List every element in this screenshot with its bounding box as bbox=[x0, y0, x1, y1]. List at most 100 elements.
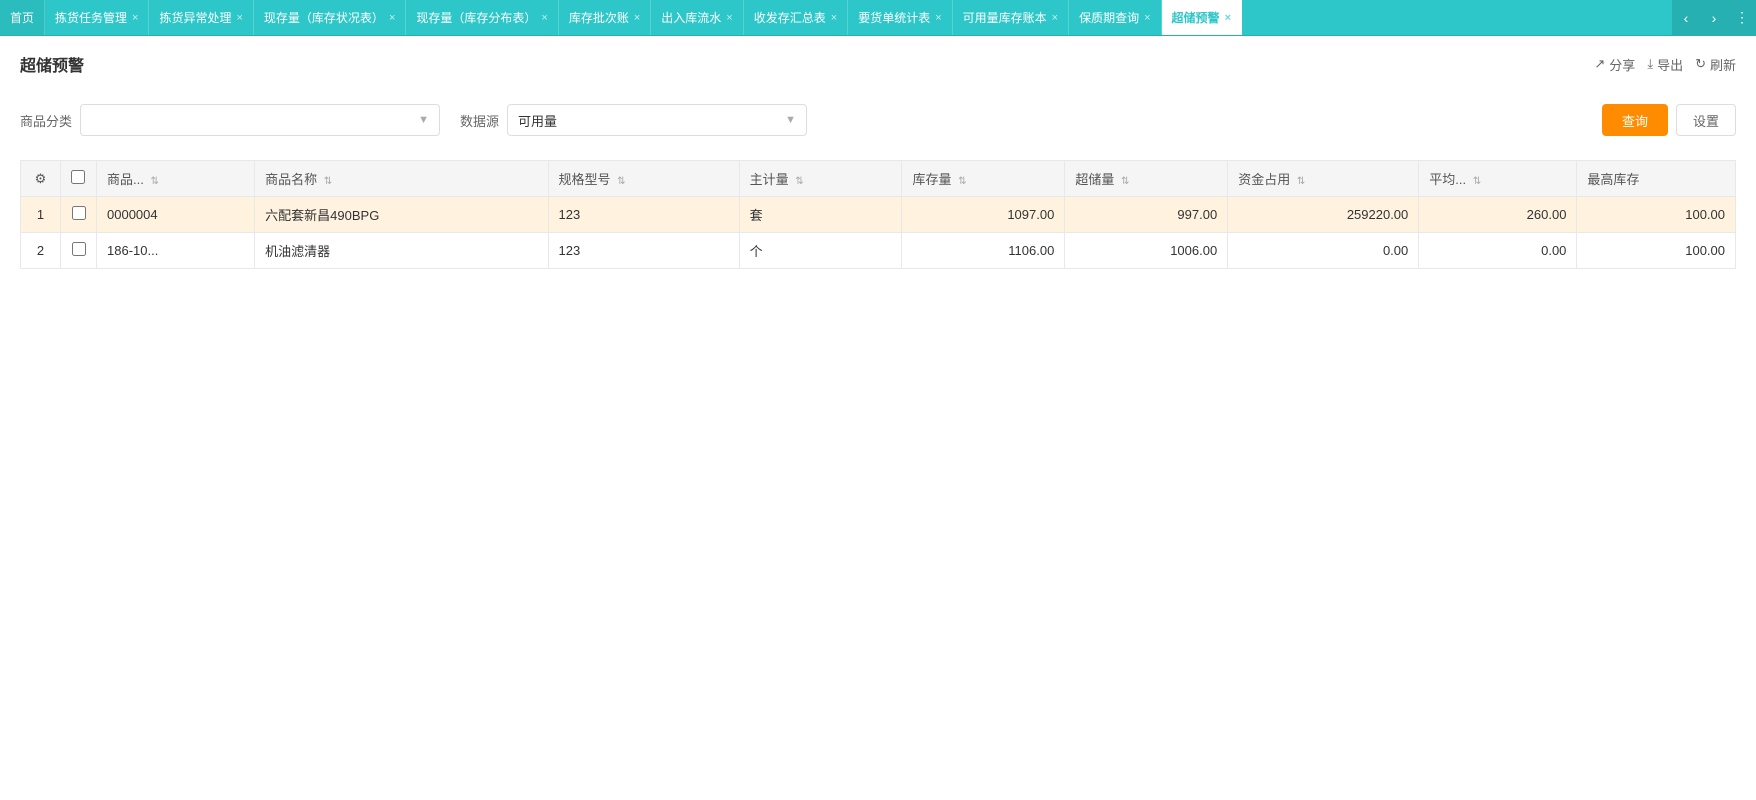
nav-tab-inout-flow[interactable]: 出入库流水 × bbox=[651, 0, 743, 36]
nav-next-button[interactable]: › bbox=[1700, 0, 1728, 36]
refresh-icon: ↻ bbox=[1695, 56, 1706, 72]
cell-stock-qty: 1097.00 bbox=[902, 197, 1065, 233]
nav-tab-home[interactable]: 首页 bbox=[0, 0, 45, 36]
th-over-qty-label: 超储量 bbox=[1075, 172, 1114, 187]
close-icon[interactable]: × bbox=[1052, 12, 1058, 24]
row-checkbox-cell[interactable] bbox=[61, 197, 97, 233]
close-icon[interactable]: × bbox=[726, 12, 732, 24]
th-spec[interactable]: 规格型号 ⇅ bbox=[548, 161, 739, 197]
chevron-down-icon: ▼ bbox=[785, 114, 796, 126]
cell-stock-qty: 1106.00 bbox=[902, 233, 1065, 269]
th-product-code-label: 商品... bbox=[107, 172, 144, 187]
header-actions: ↗ 分享 ⤓ 导出 ↻ 刷新 bbox=[1594, 55, 1736, 74]
datasource-filter: 数据源 可用量 ▼ bbox=[460, 104, 807, 136]
table-row: 2 186-10... 机油滤清器 123 个 1106.00 1006.00 … bbox=[21, 233, 1736, 269]
th-over-qty[interactable]: 超储量 ⇅ bbox=[1065, 161, 1228, 197]
nav-tab-inout-flow-label: 出入库流水 bbox=[661, 9, 721, 26]
cell-product-name: 六配套新昌490BPG bbox=[255, 197, 548, 233]
th-capital[interactable]: 资金占用 ⇅ bbox=[1228, 161, 1419, 197]
nav-tab-task-mgmt-label: 拣货任务管理 bbox=[55, 9, 127, 26]
th-stock-qty-label: 库存量 bbox=[912, 172, 951, 187]
datasource-label: 数据源 bbox=[460, 111, 499, 130]
cell-product-code: 0000004 bbox=[97, 197, 255, 233]
nav-tab-stock-status[interactable]: 现存量（库存状况表） × bbox=[254, 0, 406, 36]
nav-tab-batch[interactable]: 库存批次账 × bbox=[559, 0, 651, 36]
select-all-checkbox[interactable] bbox=[71, 170, 85, 184]
nav-tab-over-stock[interactable]: 超储预警 × bbox=[1162, 0, 1242, 36]
export-icon: ⤓ bbox=[1647, 56, 1653, 72]
th-stock-qty[interactable]: 库存量 ⇅ bbox=[902, 161, 1065, 197]
th-max-stock-label: 最高库存 bbox=[1587, 172, 1639, 187]
page-content: 超储预警 ↗ 分享 ⤓ 导出 ↻ 刷新 商品分类 ▼ 数据源 bbox=[0, 36, 1756, 800]
sort-icon: ⇅ bbox=[617, 176, 625, 187]
query-button[interactable]: 查询 bbox=[1602, 104, 1668, 136]
top-nav: 首页 拣货任务管理 × 拣货异常处理 × 现存量（库存状况表） × 现存量（库存… bbox=[0, 0, 1756, 36]
nav-prev-button[interactable]: ‹ bbox=[1672, 0, 1700, 36]
sort-icon: ⇅ bbox=[795, 176, 803, 187]
chevron-down-icon: ▼ bbox=[418, 114, 429, 126]
th-spec-label: 规格型号 bbox=[559, 172, 611, 187]
cell-spec: 123 bbox=[548, 233, 739, 269]
share-button[interactable]: ↗ 分享 bbox=[1594, 55, 1635, 74]
nav-tab-order-stats[interactable]: 要货单统计表 × bbox=[848, 0, 952, 36]
row-checkbox[interactable] bbox=[72, 242, 86, 256]
sort-icon: ⇅ bbox=[324, 176, 332, 187]
refresh-button[interactable]: ↻ 刷新 bbox=[1695, 55, 1736, 74]
row-checkbox[interactable] bbox=[72, 206, 86, 220]
close-icon[interactable]: × bbox=[935, 12, 941, 24]
close-icon[interactable]: × bbox=[541, 12, 547, 24]
row-checkbox-cell[interactable] bbox=[61, 233, 97, 269]
th-unit[interactable]: 主计量 ⇅ bbox=[739, 161, 902, 197]
cell-spec: 123 bbox=[548, 197, 739, 233]
th-checkbox[interactable] bbox=[61, 161, 97, 197]
nav-tab-task-mgmt[interactable]: 拣货任务管理 × bbox=[45, 0, 149, 36]
th-product-name[interactable]: 商品名称 ⇅ bbox=[255, 161, 548, 197]
sort-icon: ⇅ bbox=[958, 176, 966, 187]
th-capital-label: 资金占用 bbox=[1238, 172, 1290, 187]
close-icon[interactable]: × bbox=[831, 12, 837, 24]
th-max-stock[interactable]: 最高库存 bbox=[1577, 161, 1736, 197]
nav-tab-abnormal[interactable]: 拣货异常处理 × bbox=[149, 0, 253, 36]
datasource-select[interactable]: 可用量 ▼ bbox=[507, 104, 807, 136]
close-icon[interactable]: × bbox=[236, 12, 242, 24]
nav-tab-stock-status-label: 现存量（库存状况表） bbox=[264, 9, 384, 26]
close-icon[interactable]: × bbox=[1225, 12, 1231, 24]
nav-tab-batch-label: 库存批次账 bbox=[569, 9, 629, 26]
close-icon[interactable]: × bbox=[634, 12, 640, 24]
nav-tab-over-stock-label: 超储预警 bbox=[1172, 9, 1220, 26]
sort-icon: ⇅ bbox=[1121, 176, 1129, 187]
sort-icon: ⇅ bbox=[150, 176, 158, 187]
settings-button[interactable]: 设置 bbox=[1676, 104, 1736, 136]
filter-buttons: 查询 设置 bbox=[1602, 104, 1736, 136]
close-icon[interactable]: × bbox=[389, 12, 395, 24]
settings-icon: ⚙ bbox=[35, 171, 47, 187]
th-avg-label: 平均... bbox=[1429, 172, 1466, 187]
row-num: 2 bbox=[21, 233, 61, 269]
table-row: 1 0000004 六配套新昌490BPG 123 套 1097.00 997.… bbox=[21, 197, 1736, 233]
nav-tab-stock-dist[interactable]: 现存量（库存分布表） × bbox=[406, 0, 558, 36]
cell-over-qty: 997.00 bbox=[1065, 197, 1228, 233]
sort-icon: ⇅ bbox=[1297, 176, 1305, 187]
close-icon[interactable]: × bbox=[132, 12, 138, 24]
th-product-name-label: 商品名称 bbox=[265, 172, 317, 187]
export-button[interactable]: ⤓ 导出 bbox=[1647, 55, 1683, 74]
nav-tab-available[interactable]: 可用量库存账本 × bbox=[953, 0, 1069, 36]
export-label: 导出 bbox=[1657, 55, 1683, 74]
category-select[interactable]: ▼ bbox=[80, 104, 440, 136]
th-avg[interactable]: 平均... ⇅ bbox=[1419, 161, 1577, 197]
nav-tab-collect-label: 收发存汇总表 bbox=[754, 9, 826, 26]
nav-tab-collect[interactable]: 收发存汇总表 × bbox=[744, 0, 848, 36]
data-table: ⚙ 商品... ⇅ 商品名称 ⇅ 规格型号 ⇅ bbox=[20, 160, 1736, 269]
filter-bar: 商品分类 ▼ 数据源 可用量 ▼ 查询 设置 bbox=[20, 92, 1736, 148]
share-label: 分享 bbox=[1609, 55, 1635, 74]
close-icon[interactable]: × bbox=[1144, 12, 1150, 24]
cell-unit: 套 bbox=[739, 197, 902, 233]
th-product-code[interactable]: 商品... ⇅ bbox=[97, 161, 255, 197]
nav-menu-button[interactable]: ⋮ bbox=[1728, 0, 1756, 36]
cell-over-qty: 1006.00 bbox=[1065, 233, 1228, 269]
cell-avg: 0.00 bbox=[1419, 233, 1577, 269]
nav-tab-home-label: 首页 bbox=[10, 9, 34, 26]
nav-tab-expiry[interactable]: 保质期查询 × bbox=[1069, 0, 1161, 36]
th-settings[interactable]: ⚙ bbox=[21, 161, 61, 197]
nav-tab-abnormal-label: 拣货异常处理 bbox=[159, 9, 231, 26]
